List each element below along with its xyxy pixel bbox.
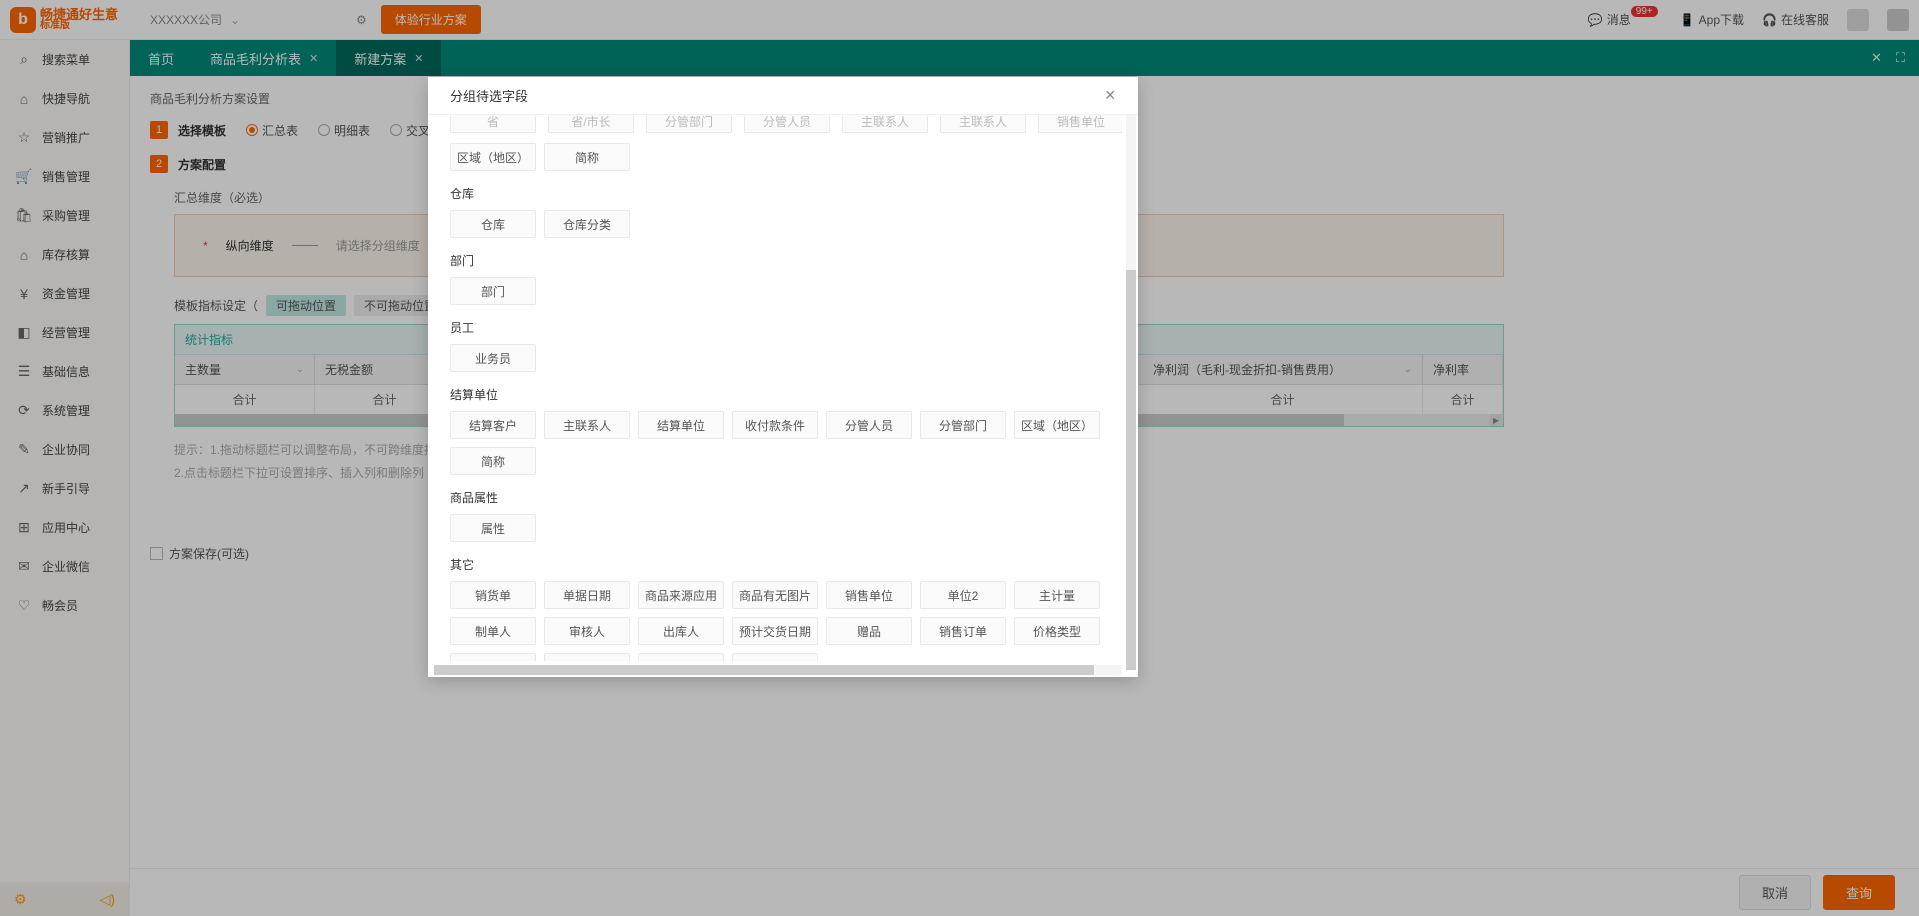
modal-body: 省省/市长分管部门分管人员主联系人主联系人销售单位区域（地区）简称仓库仓库仓库分… xyxy=(428,115,1138,677)
field-option[interactable]: 部门 xyxy=(450,277,536,305)
field-option[interactable]: 主计量 xyxy=(1014,581,1100,609)
field-option[interactable]: 商品来源应用 xyxy=(638,581,724,609)
vscroll-thumb[interactable] xyxy=(1126,270,1136,670)
field-option[interactable]: 收付款条件 xyxy=(732,411,818,439)
field-option[interactable]: 价格类型 xyxy=(1014,617,1100,645)
field-group-title: 结算单位 xyxy=(450,386,1122,403)
field-option[interactable]: 简称 xyxy=(544,143,630,171)
field-option[interactable]: 仓库 xyxy=(450,210,536,238)
field-option[interactable]: 分管人员 xyxy=(744,115,830,133)
field-picker-modal: 分组待选字段 ✕ 省省/市长分管部门分管人员主联系人主联系人销售单位区域（地区）… xyxy=(428,77,1138,677)
field-option[interactable]: 预计交货日期 xyxy=(732,617,818,645)
field-option[interactable]: 销售订单 xyxy=(920,617,1006,645)
field-option[interactable]: 主联系人 xyxy=(842,115,928,133)
field-option[interactable]: 制单人 xyxy=(450,617,536,645)
modal-header: 分组待选字段 ✕ xyxy=(428,77,1138,115)
hscroll-thumb[interactable] xyxy=(434,665,1094,675)
field-option[interactable]: 分管部门 xyxy=(920,411,1006,439)
field-option[interactable]: 区域（地区） xyxy=(1014,411,1100,439)
field-option[interactable]: 销售单位 xyxy=(1038,115,1122,133)
field-option[interactable]: 区域（地区） xyxy=(450,143,536,171)
field-group-title: 部门 xyxy=(450,252,1122,269)
field-group-title: 其它 xyxy=(450,556,1122,573)
field-option[interactable]: 项目 xyxy=(544,653,630,661)
modal-title: 分组待选字段 xyxy=(450,86,528,105)
modal-hscroll[interactable] xyxy=(434,665,1122,675)
field-option[interactable]: 简称 xyxy=(450,447,536,475)
field-option[interactable]: 结算客户 xyxy=(450,411,536,439)
field-option[interactable]: 省/市长 xyxy=(548,115,634,133)
field-option[interactable]: 主联系人 xyxy=(544,411,630,439)
modal-vscroll[interactable] xyxy=(1126,115,1136,661)
field-option[interactable]: 省 xyxy=(450,115,536,133)
field-option[interactable]: 仓库分类 xyxy=(544,210,630,238)
close-icon[interactable]: ✕ xyxy=(1104,87,1116,104)
field-option[interactable]: 商品有无图片 xyxy=(732,581,818,609)
field-option[interactable]: 单据日期 xyxy=(544,581,630,609)
field-group-title: 商品属性 xyxy=(450,489,1122,506)
field-option[interactable]: 业务员 xyxy=(450,344,536,372)
field-option[interactable]: 批号 xyxy=(732,653,818,661)
field-option[interactable]: 赠品 xyxy=(826,617,912,645)
field-option[interactable]: 销货单 xyxy=(450,581,536,609)
field-option[interactable]: 单位2 xyxy=(920,581,1006,609)
field-option[interactable]: 属性 xyxy=(450,514,536,542)
field-option[interactable]: 审核人 xyxy=(544,617,630,645)
field-option[interactable]: 主联系人 xyxy=(940,115,1026,133)
field-option[interactable]: 销售单位 xyxy=(826,581,912,609)
field-option[interactable]: 结算单位 xyxy=(638,411,724,439)
field-group-title: 仓库 xyxy=(450,185,1122,202)
field-option[interactable]: 分管部门 xyxy=(646,115,732,133)
field-group-title: 员工 xyxy=(450,319,1122,336)
field-option[interactable]: 项目分类 xyxy=(638,653,724,661)
field-option[interactable]: 出库人 xyxy=(638,617,724,645)
field-option[interactable]: 来源应用 xyxy=(450,653,536,661)
field-option[interactable]: 分管人员 xyxy=(826,411,912,439)
